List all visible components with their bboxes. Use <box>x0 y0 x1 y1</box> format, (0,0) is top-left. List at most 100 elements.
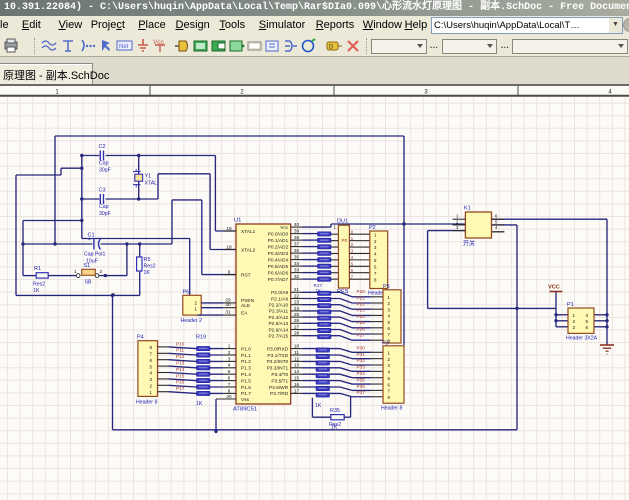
svg-text:P1.5: P1.5 <box>241 378 251 384</box>
svg-text:P15: P15 <box>176 373 185 378</box>
svg-text:Cap: Cap <box>99 161 109 167</box>
svg-text:P2.7/A15: P2.7/A15 <box>268 334 288 340</box>
svg-text:P2.3/A11: P2.3/A11 <box>269 309 289 315</box>
svg-text:39: 39 <box>294 229 300 234</box>
svg-text:R19: R19 <box>196 335 206 341</box>
svg-text:ALE: ALE <box>241 303 250 309</box>
svg-text:6: 6 <box>228 376 231 381</box>
svg-text:23: 23 <box>294 300 300 305</box>
svg-text:P30: P30 <box>357 345 366 350</box>
svg-text:AT89C51: AT89C51 <box>233 407 257 413</box>
svg-text:C3: C3 <box>99 188 106 194</box>
svg-text:6: 6 <box>586 325 589 330</box>
svg-text:7: 7 <box>228 382 231 387</box>
svg-text:Header 2: Header 2 <box>181 318 202 324</box>
svg-text:VCC: VCC <box>548 285 560 291</box>
svg-text:1: 1 <box>334 224 337 229</box>
svg-text:27: 27 <box>294 324 300 329</box>
svg-text:P21: P21 <box>357 295 366 300</box>
svg-text:R5: R5 <box>144 257 151 263</box>
svg-text:P3.5/T1: P3.5/T1 <box>271 378 288 384</box>
svg-text:P0.2/AD2: P0.2/AD2 <box>268 244 289 250</box>
svg-text:Cap Pol1: Cap Pol1 <box>84 252 105 258</box>
svg-text:5: 5 <box>586 319 589 324</box>
svg-text:XTAL1: XTAL1 <box>241 229 256 235</box>
svg-text:P3.1/TXD: P3.1/TXD <box>267 353 288 359</box>
svg-text:P3.2/INT0: P3.2/INT0 <box>267 359 289 365</box>
svg-text:P3.3/INT1: P3.3/INT1 <box>267 366 289 372</box>
svg-text:P10: P10 <box>176 341 185 346</box>
svg-text:P34: P34 <box>357 371 366 376</box>
svg-text:EA: EA <box>241 310 248 316</box>
svg-text:RST: RST <box>241 272 251 278</box>
svg-text:37: 37 <box>294 242 300 247</box>
svg-text:P2.6/A14: P2.6/A14 <box>268 327 288 333</box>
svg-text:38: 38 <box>294 235 300 240</box>
svg-text:P12: P12 <box>176 354 185 359</box>
svg-text:U1: U1 <box>234 218 241 224</box>
svg-text:K1: K1 <box>464 206 471 212</box>
svg-text:30pF: 30pF <box>99 168 111 174</box>
svg-text:P2.1/A9: P2.1/A9 <box>271 296 288 302</box>
svg-text:P33: P33 <box>357 365 366 370</box>
svg-text:P0.5/AD5: P0.5/AD5 <box>268 264 289 270</box>
svg-text:30pF: 30pF <box>99 211 111 217</box>
svg-text:7: 7 <box>351 274 354 279</box>
svg-text:18: 18 <box>226 244 232 249</box>
svg-text:2: 2 <box>100 269 103 275</box>
svg-text:P24: P24 <box>357 314 366 319</box>
svg-text:P31: P31 <box>357 352 366 357</box>
svg-text:P3: P3 <box>382 340 389 346</box>
svg-text:12: 12 <box>294 356 300 361</box>
svg-text:35: 35 <box>294 255 300 260</box>
svg-text:P3.6/WR: P3.6/WR <box>269 385 289 391</box>
svg-text:P1.6: P1.6 <box>241 385 251 391</box>
svg-text:R1: R1 <box>34 266 41 272</box>
svg-text:1K: 1K <box>144 270 151 276</box>
svg-text:P0.7/AD7: P0.7/AD7 <box>268 277 289 283</box>
svg-text:1: 1 <box>228 344 231 349</box>
svg-text:1: 1 <box>74 269 77 275</box>
svg-text:SB: SB <box>85 280 92 286</box>
svg-text:P0.4/AD4: P0.4/AD4 <box>268 257 289 263</box>
svg-text:10: 10 <box>294 344 300 349</box>
svg-text:P22: P22 <box>357 302 366 307</box>
svg-text:22: 22 <box>294 293 300 298</box>
svg-text:5: 5 <box>495 219 498 224</box>
svg-text:Res2: Res2 <box>144 264 156 270</box>
svg-text:S1: S1 <box>84 263 91 269</box>
svg-text:开关: 开关 <box>463 240 475 248</box>
svg-text:Cap: Cap <box>99 204 109 210</box>
svg-text:Header 3X2A: Header 3X2A <box>566 336 598 342</box>
svg-text:P17: P17 <box>176 386 185 391</box>
svg-text:P1.7: P1.7 <box>241 391 251 397</box>
svg-text:P27: P27 <box>357 333 366 338</box>
svg-text:2: 2 <box>573 319 576 324</box>
svg-text:P3.0/RXD: P3.0/RXD <box>267 346 289 352</box>
svg-text:28: 28 <box>294 331 300 336</box>
svg-text:P36: P36 <box>357 384 366 389</box>
svg-text:R35: R35 <box>330 408 340 414</box>
svg-text:32: 32 <box>294 274 300 279</box>
svg-text:19: 19 <box>226 226 232 231</box>
svg-text:17: 17 <box>294 388 300 393</box>
svg-text:1K: 1K <box>316 288 323 293</box>
svg-text:4: 4 <box>351 255 354 260</box>
svg-text:P13: P13 <box>176 361 185 366</box>
svg-text:P26: P26 <box>357 326 366 331</box>
svg-text:C2: C2 <box>99 144 106 150</box>
svg-text:16: 16 <box>294 382 300 387</box>
svg-text:40: 40 <box>294 222 300 227</box>
svg-text:3: 3 <box>228 356 231 361</box>
svg-text:P5: P5 <box>383 284 390 290</box>
svg-text:26: 26 <box>294 318 300 323</box>
svg-text:5: 5 <box>228 369 231 374</box>
svg-text:Res2: Res2 <box>33 282 45 288</box>
svg-text:P37: P37 <box>357 390 366 395</box>
svg-text:P0: P0 <box>342 238 348 243</box>
svg-text:2: 2 <box>228 350 231 355</box>
svg-text:34: 34 <box>294 261 300 266</box>
svg-text:P23: P23 <box>357 308 366 313</box>
svg-text:21: 21 <box>294 287 300 292</box>
svg-text:3: 3 <box>573 325 576 330</box>
